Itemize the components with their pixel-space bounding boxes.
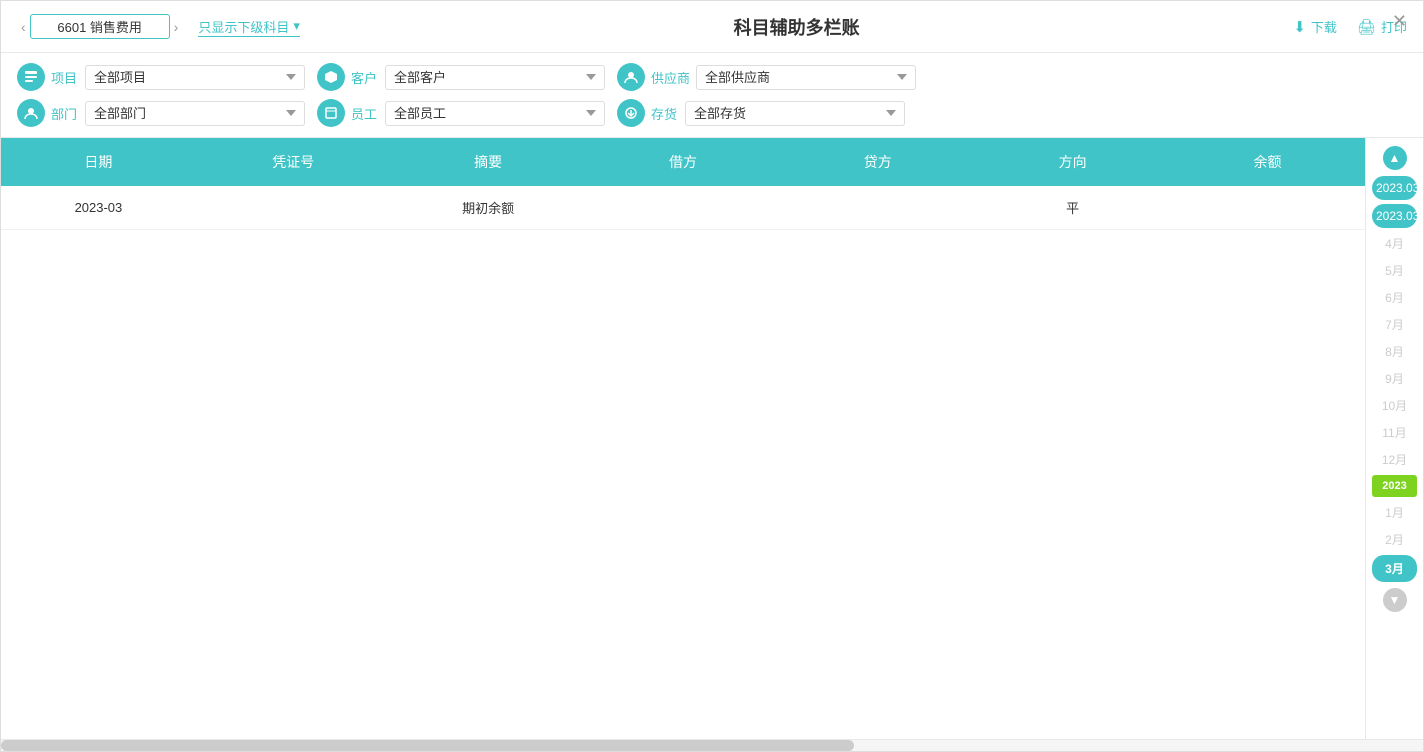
print-icon: 🖨 [1357, 18, 1376, 36]
supplier-select[interactable]: 全部供应商 [696, 65, 916, 90]
filter-employee: 员工 全部员工 [317, 99, 605, 127]
timeline-month-2-2024[interactable]: 2月 [1366, 526, 1423, 553]
customer-label: 客户 [351, 68, 379, 87]
timeline-up-button[interactable]: ▲ [1383, 146, 1407, 170]
timeline-month-5[interactable]: 5月 [1366, 257, 1423, 284]
account-selector-input[interactable] [30, 14, 170, 39]
timeline-month-8[interactable]: 8月 [1366, 338, 1423, 365]
horizontal-scrollbar[interactable] [1, 739, 1423, 751]
cell-credit [780, 186, 975, 230]
scrollbar-thumb [1, 740, 854, 751]
timeline-month-12[interactable]: 12月 [1366, 446, 1423, 473]
download-label: 下载 [1311, 17, 1337, 36]
col-balance: 余额 [1170, 138, 1365, 186]
department-select[interactable]: 全部部门 [85, 101, 305, 126]
table-row: 2023-03 期初余额 平 [1, 186, 1365, 230]
supplier-label: 供应商 [651, 68, 690, 87]
cell-balance [1170, 186, 1365, 230]
employee-label: 员工 [351, 104, 379, 123]
col-direction: 方向 [975, 138, 1170, 186]
supplier-icon [617, 63, 645, 91]
timeline-month-11[interactable]: 11月 [1366, 419, 1423, 446]
department-icon [17, 99, 45, 127]
show-sub-button[interactable]: 只显示下级科目 ▾ [198, 17, 300, 37]
timeline-month-7[interactable]: 7月 [1366, 311, 1423, 338]
timeline-month-9[interactable]: 9月 [1366, 365, 1423, 392]
filter-inventory: 存货 全部存货 [617, 99, 905, 127]
cell-summary: 期初余额 [391, 186, 586, 230]
cell-date: 2023-03 [1, 186, 196, 230]
inventory-label: 存货 [651, 104, 679, 123]
col-date: 日期 [1, 138, 196, 186]
customer-select[interactable]: 全部客户 [385, 65, 605, 90]
project-label: 项目 [51, 68, 79, 87]
filter-supplier: 供应商 全部供应商 [617, 63, 916, 91]
title-bar: ‹ › 只显示下级科目 ▾ 科目辅助多栏账 ⬇ 下载 🖨 打印 [1, 1, 1423, 53]
download-button[interactable]: ⬇ 下载 [1293, 17, 1337, 36]
employee-icon [317, 99, 345, 127]
col-credit: 贷方 [780, 138, 975, 186]
project-icon [17, 63, 45, 91]
timeline-selected-1[interactable]: 2023.03 [1372, 176, 1417, 200]
filter-row-1: 项目 全部项目 客户 全部客户 [17, 63, 1407, 91]
project-select[interactable]: 全部项目 [85, 65, 305, 90]
filter-row-2: 部门 全部部门 员工 全部员工 [17, 99, 1407, 127]
toolbar-right: ⬇ 下载 🖨 打印 [1293, 17, 1407, 36]
page-title: 科目辅助多栏账 [300, 14, 1293, 40]
cell-direction: 平 [975, 186, 1170, 230]
employee-select[interactable]: 全部员工 [385, 101, 605, 126]
timeline-active-month[interactable]: 3月 [1372, 555, 1417, 582]
table-container[interactable]: 日期 凭证号 摘要 借方 贷方 方向 余额 2023-03 期初余额 平 [1, 138, 1365, 739]
timeline-month-6[interactable]: 6月 [1366, 284, 1423, 311]
close-button[interactable]: ✕ [1392, 11, 1407, 32]
timeline-year-2023[interactable]: 2023 [1372, 475, 1417, 497]
cell-debit [586, 186, 781, 230]
timeline-sidebar: ▲ 2023.03 2023.03 4月 5月 6月 7月 8月 9月 10月 … [1365, 138, 1423, 739]
inventory-select[interactable]: 全部存货 [685, 101, 905, 126]
col-summary: 摘要 [391, 138, 586, 186]
timeline-month-1-2024[interactable]: 1月 [1366, 499, 1423, 526]
main-window: ✕ ‹ › 只显示下级科目 ▾ 科目辅助多栏账 ⬇ 下载 🖨 打印 [0, 0, 1424, 752]
download-icon: ⬇ [1293, 18, 1306, 36]
col-voucher: 凭证号 [196, 138, 391, 186]
next-account-button[interactable]: › [170, 17, 183, 37]
department-label: 部门 [51, 104, 79, 123]
filters-panel: 项目 全部项目 客户 全部客户 [1, 53, 1423, 138]
main-content: 日期 凭证号 摘要 借方 贷方 方向 余额 2023-03 期初余额 平 [1, 138, 1423, 739]
timeline-month-4[interactable]: 4月 [1366, 230, 1423, 257]
filter-project: 项目 全部项目 [17, 63, 305, 91]
col-debit: 借方 [586, 138, 781, 186]
timeline-month-10[interactable]: 10月 [1366, 392, 1423, 419]
show-sub-label: 只显示下级科目 [198, 17, 289, 36]
prev-account-button[interactable]: ‹ [17, 17, 30, 37]
filter-department: 部门 全部部门 [17, 99, 305, 127]
timeline-selected-2[interactable]: 2023.03 [1372, 204, 1417, 228]
ledger-table: 日期 凭证号 摘要 借方 贷方 方向 余额 2023-03 期初余额 平 [1, 138, 1365, 230]
table-header-row: 日期 凭证号 摘要 借方 贷方 方向 余额 [1, 138, 1365, 186]
inventory-icon [617, 99, 645, 127]
filter-customer: 客户 全部客户 [317, 63, 605, 91]
cell-voucher [196, 186, 391, 230]
customer-icon [317, 63, 345, 91]
timeline-down-button[interactable]: ▼ [1383, 588, 1407, 612]
